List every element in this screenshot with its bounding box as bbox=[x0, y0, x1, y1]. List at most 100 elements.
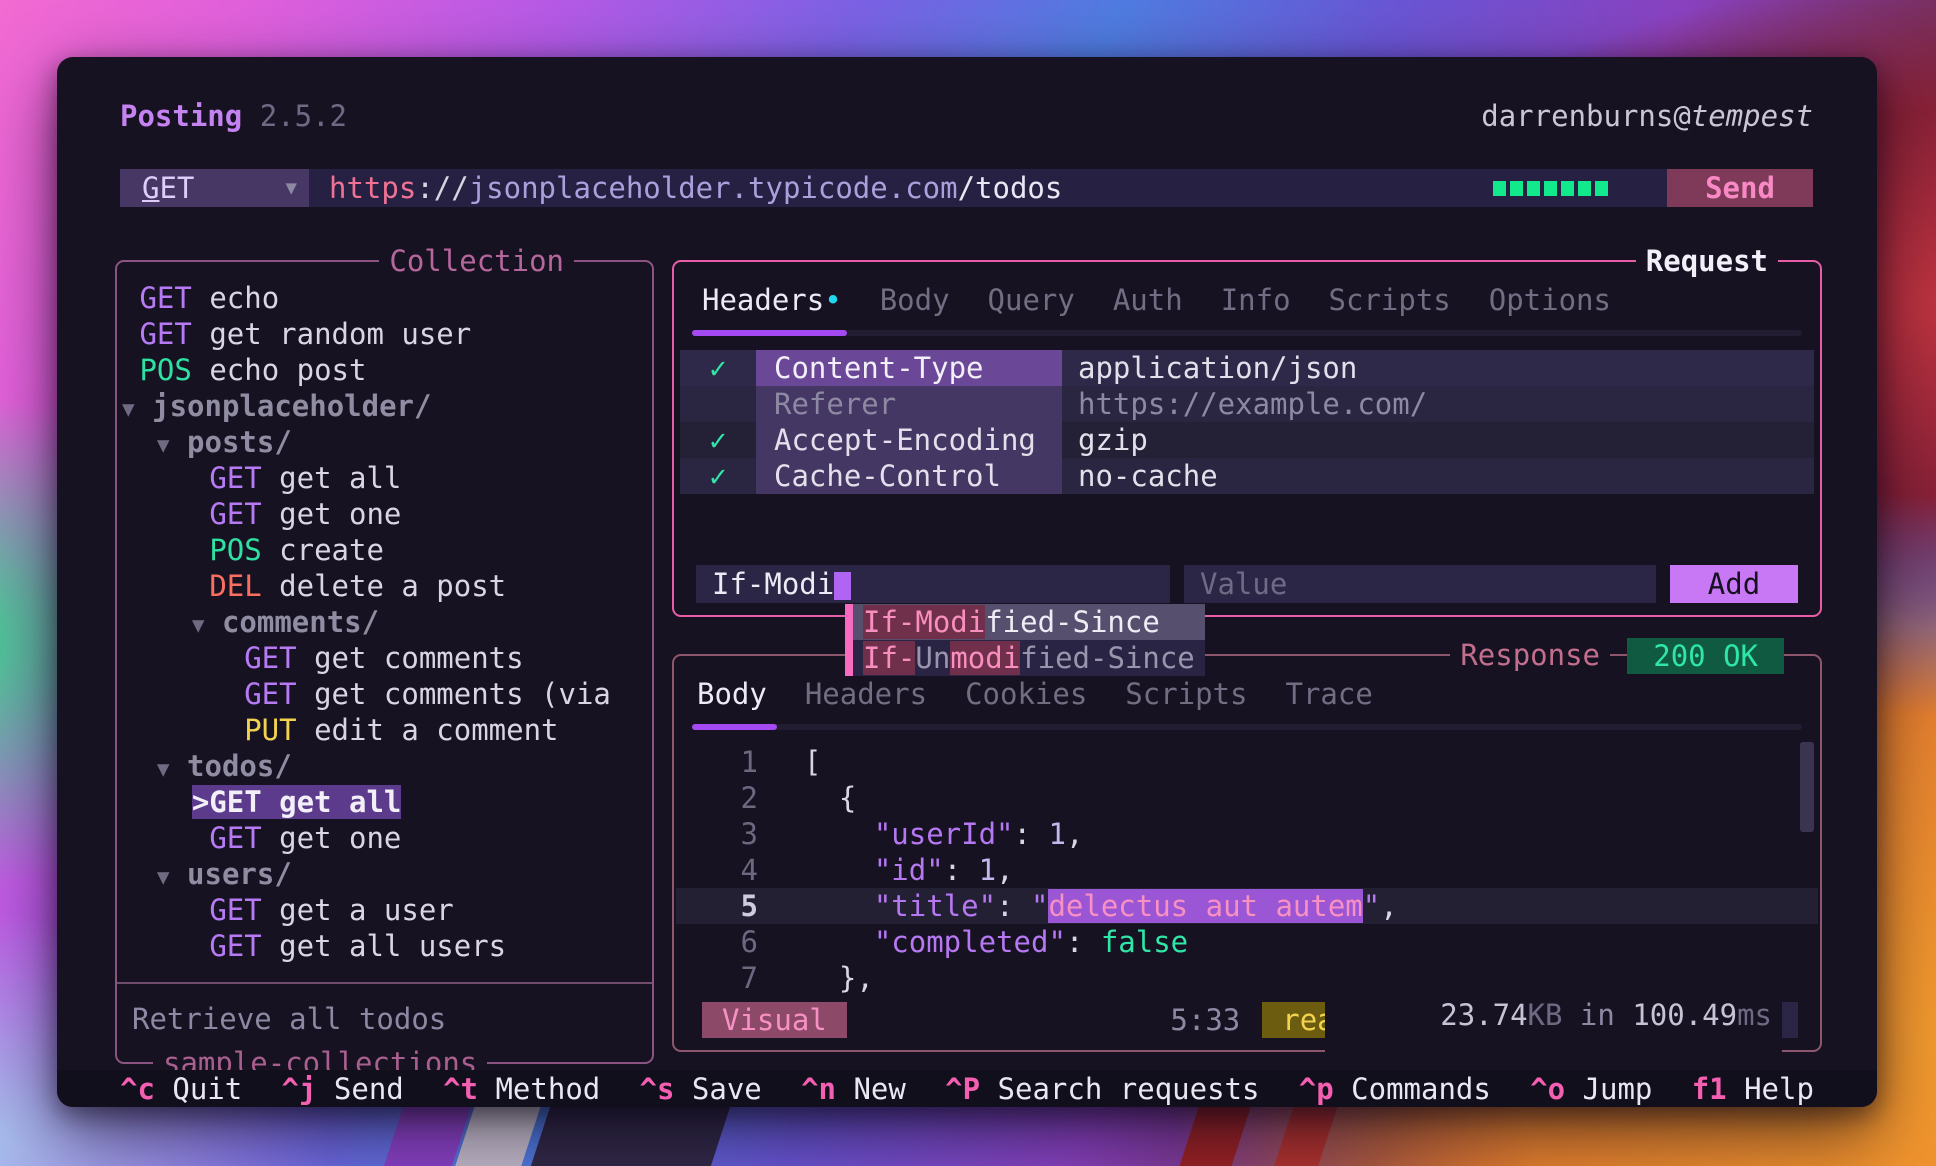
collection-item[interactable]: GET get all users bbox=[122, 928, 649, 964]
expanded-arrow-icon[interactable]: ▼ bbox=[122, 397, 135, 421]
tab-underline-track bbox=[692, 330, 1802, 336]
header-value-cell[interactable]: https://example.com/ bbox=[1062, 386, 1814, 422]
request-tab-query[interactable]: Query bbox=[988, 280, 1075, 320]
code-text: "userId": 1, bbox=[804, 816, 1083, 852]
keybinding-search-requests[interactable]: ^P Search requests bbox=[945, 1071, 1259, 1107]
request-tab-info[interactable]: Info bbox=[1221, 280, 1291, 320]
collection-folder[interactable]: ▼ comments/ bbox=[122, 604, 649, 640]
collection-item[interactable]: GET get a user bbox=[122, 892, 649, 928]
expanded-arrow-icon[interactable]: ▼ bbox=[192, 613, 205, 637]
header-name-cell[interactable]: Referer bbox=[756, 386, 1062, 422]
collection-item[interactable]: DEL delete a post bbox=[122, 568, 649, 604]
line-number: 5 bbox=[676, 888, 770, 924]
response-tab-scripts[interactable]: Scripts bbox=[1125, 674, 1247, 714]
progress-blocks bbox=[1493, 169, 1608, 207]
dropdown-accent-bar bbox=[845, 604, 853, 676]
collection-item[interactable]: GET echo bbox=[122, 280, 649, 316]
code-line: 4 "id": 1, bbox=[676, 852, 1818, 888]
header-enabled-checkbox[interactable]: ✓ bbox=[680, 458, 756, 494]
request-tab-auth[interactable]: Auth bbox=[1113, 280, 1183, 320]
collection-item[interactable]: GET get one bbox=[122, 496, 649, 532]
request-tab-body[interactable]: Body bbox=[880, 280, 950, 320]
collection-item[interactable]: GET get comments (via bbox=[122, 676, 649, 712]
collection-item[interactable]: POS echo post bbox=[122, 352, 649, 388]
code-text: }, bbox=[804, 960, 874, 996]
collection-item[interactable]: GET get one bbox=[122, 820, 649, 856]
tab-underline-track bbox=[692, 724, 1802, 730]
collection-item[interactable]: POS create bbox=[122, 532, 649, 568]
header-value-cell[interactable]: gzip bbox=[1062, 422, 1814, 458]
keybinding-method[interactable]: ^t Method bbox=[443, 1071, 600, 1107]
keybinding-quit[interactable]: ^c Quit bbox=[120, 1071, 242, 1107]
collection-item[interactable]: PUT edit a comment bbox=[122, 712, 649, 748]
header-row[interactable]: Refererhttps://example.com/ bbox=[680, 386, 1814, 422]
header-name-cell[interactable]: Content-Type bbox=[756, 350, 1062, 386]
request-tab-scripts[interactable]: Scripts bbox=[1329, 280, 1451, 320]
titlebar: Posting 2.5.2 darrenburns@tempest bbox=[120, 98, 1813, 134]
header-name-cell[interactable]: Cache-Control bbox=[756, 458, 1062, 494]
code-text: { bbox=[804, 780, 856, 816]
response-tabs: Body Headers Cookies Scripts Trace bbox=[697, 674, 1373, 714]
header-row[interactable]: ✓Cache-Controlno-cache bbox=[680, 458, 1814, 494]
header-enabled-checkbox[interactable]: ✓ bbox=[680, 422, 756, 458]
header-name-cell[interactable]: Accept-Encoding bbox=[756, 422, 1062, 458]
progress-block bbox=[1510, 181, 1523, 196]
collection-item[interactable]: >GET get all bbox=[122, 784, 649, 820]
header-enabled-checkbox[interactable] bbox=[680, 386, 756, 422]
progress-block bbox=[1561, 181, 1574, 196]
collection-item[interactable]: GET get comments bbox=[122, 640, 649, 676]
header-name-input[interactable]: If-Modi bbox=[696, 565, 1170, 603]
response-panel-title: Response bbox=[1450, 637, 1610, 673]
keybinding-save[interactable]: ^s Save bbox=[640, 1071, 762, 1107]
header-value-cell[interactable]: application/json bbox=[1062, 350, 1814, 386]
autocomplete-option[interactable]: If-Modified-Since bbox=[853, 604, 1205, 640]
request-tab-headers[interactable]: Headers• bbox=[702, 280, 842, 320]
response-tab-headers[interactable]: Headers bbox=[805, 674, 927, 714]
autocomplete-option[interactable]: If-Unmodified-Since bbox=[853, 640, 1205, 676]
active-tab-indicator bbox=[692, 330, 847, 336]
collection-folder[interactable]: ▼ users/ bbox=[122, 856, 649, 892]
collection-folder[interactable]: ▼ posts/ bbox=[122, 424, 649, 460]
app-name: Posting bbox=[120, 99, 242, 133]
expanded-arrow-icon[interactable]: ▼ bbox=[157, 433, 170, 457]
url-input[interactable]: https://jsonplaceholder.typicode.com/tod… bbox=[309, 169, 1667, 207]
expanded-arrow-icon[interactable]: ▼ bbox=[157, 865, 170, 889]
method-selector[interactable]: GET ▼ bbox=[120, 169, 309, 207]
line-number: 1 bbox=[676, 744, 770, 780]
add-header-button[interactable]: Add bbox=[1670, 565, 1798, 603]
collection-folder[interactable]: ▼ todos/ bbox=[122, 748, 649, 784]
method-label: GET bbox=[142, 171, 194, 205]
keybinding-new[interactable]: ^n New bbox=[801, 1071, 906, 1107]
header-enabled-checkbox[interactable]: ✓ bbox=[680, 350, 756, 386]
keybinding-send[interactable]: ^j Send bbox=[282, 1071, 404, 1107]
code-line: 5 "title": "delectus aut autem", bbox=[676, 888, 1818, 924]
header-row[interactable]: ✓Accept-Encodinggzip bbox=[680, 422, 1814, 458]
scrollbar-thumb[interactable] bbox=[1800, 742, 1814, 832]
username: darrenburns@ bbox=[1481, 99, 1691, 133]
cursor-position: 5:33 bbox=[1170, 1002, 1240, 1038]
response-body-viewer[interactable]: 1[2 {3 "userId": 1,4 "id": 1,5 "title": … bbox=[676, 744, 1818, 996]
header-value-cell[interactable]: no-cache bbox=[1062, 458, 1814, 494]
collection-item[interactable]: GET get all bbox=[122, 460, 649, 496]
response-tab-body[interactable]: Body bbox=[697, 674, 767, 714]
keybinding-help[interactable]: f1 Help bbox=[1692, 1071, 1814, 1107]
header-value-input[interactable]: Value bbox=[1184, 565, 1656, 603]
response-tab-cookies[interactable]: Cookies bbox=[965, 674, 1087, 714]
collection-item[interactable]: GET get random user bbox=[122, 316, 649, 352]
response-panel: Response 200 OK BodyHeadersCookiesScript… bbox=[672, 654, 1822, 1052]
code-text: "id": 1, bbox=[804, 852, 1014, 888]
request-tab-options[interactable]: Options bbox=[1489, 280, 1611, 320]
keybinding-commands[interactable]: ^p Commands bbox=[1299, 1071, 1491, 1107]
response-tab-trace[interactable]: Trace bbox=[1286, 674, 1373, 714]
expanded-arrow-icon[interactable]: ▼ bbox=[157, 757, 170, 781]
send-button[interactable]: Send bbox=[1667, 169, 1813, 207]
request-panel-title: Request bbox=[1636, 243, 1778, 279]
active-tab-indicator bbox=[692, 724, 777, 730]
collection-tree: GET echo GET get random user POS echo po… bbox=[122, 280, 649, 964]
header-row[interactable]: ✓Content-Typeapplication/json bbox=[680, 350, 1814, 386]
progress-block bbox=[1578, 181, 1591, 196]
collection-folder[interactable]: ▼ jsonplaceholder/ bbox=[122, 388, 649, 424]
keybinding-jump[interactable]: ^o Jump bbox=[1530, 1071, 1652, 1107]
app-version: 2.5.2 bbox=[260, 99, 347, 133]
keybinding-footer: ^c Quit ^j Send ^t Method ^s Save ^n New ^P S… bbox=[57, 1070, 1877, 1107]
